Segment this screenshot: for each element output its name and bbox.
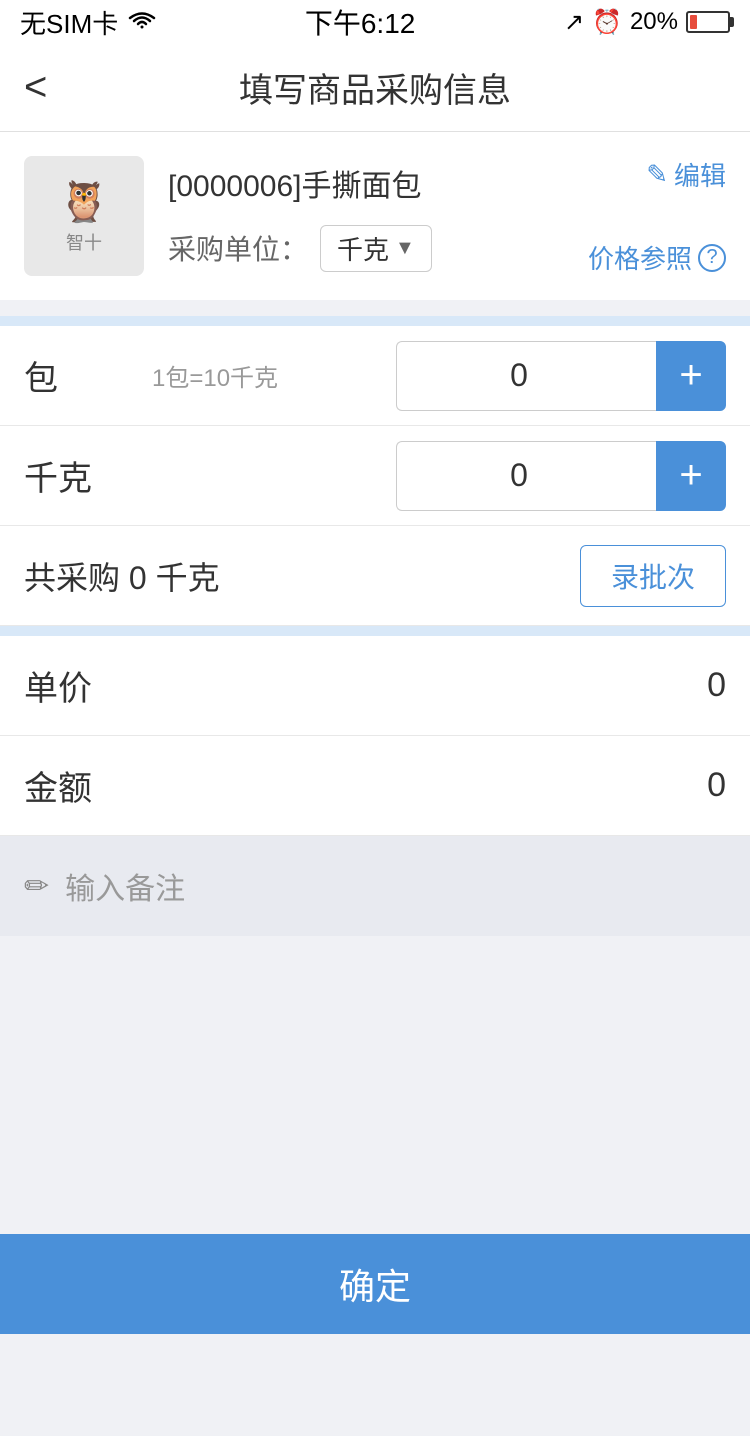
bag-plus-button[interactable]: + (656, 341, 726, 411)
unit-selector[interactable]: 千克 ▼ (320, 225, 432, 272)
kg-input-row: 千克 + (0, 426, 750, 526)
bottom-bar: 确定 (0, 1234, 750, 1334)
battery-icon (686, 11, 730, 33)
status-time: 下午6:12 (305, 2, 416, 42)
bag-input[interactable] (396, 341, 656, 411)
status-bar: 无SIM卡 下午6:12 ↗ ⏰ 20% (0, 0, 750, 44)
bag-sublabel: 1包=10千克 (152, 358, 278, 393)
unit-label: 采购单位： (168, 228, 308, 268)
unit-arrow-icon: ▼ (395, 237, 415, 260)
bag-input-group: + (396, 341, 726, 411)
unit-value: 千克 (337, 230, 389, 267)
amount-label: 金额 (24, 761, 92, 810)
product-card: 🦉 智十 [0000006]手撕面包 采购单位： 千克 ▼ ✎ 编辑 价格参照 … (0, 132, 750, 300)
remark-section[interactable]: ✏ 输入备注 (0, 836, 750, 936)
product-owl-icon: 🦉 (59, 178, 109, 225)
product-image: 🦉 智十 (24, 156, 144, 276)
location-icon: ↗ (564, 8, 584, 37)
amount-value: 0 (707, 766, 726, 805)
record-batch-button[interactable]: 录批次 (580, 545, 726, 607)
amount-row: 金额 0 (0, 736, 750, 836)
section-divider-1 (0, 316, 750, 326)
unit-price-label: 单价 (24, 661, 92, 710)
wifi-icon (128, 7, 156, 38)
status-right: ↗ ⏰ 20% (564, 8, 730, 37)
status-left: 无SIM卡 (20, 4, 156, 41)
kg-input[interactable] (396, 441, 656, 511)
kg-input-group: + (396, 441, 726, 511)
edit-icon: ✎ (646, 159, 668, 190)
kg-plus-button[interactable]: + (656, 441, 726, 511)
price-ref-label: 价格参照 (588, 239, 692, 276)
product-image-label: 智十 (66, 229, 102, 255)
product-name: [0000006]手撕面包 (168, 161, 726, 205)
bag-label: 包 (24, 351, 144, 400)
pencil-icon: ✏ (24, 869, 49, 904)
summary-text: 共采购 0 千克 (24, 553, 220, 599)
bag-input-row: 包 1包=10千克 + (0, 326, 750, 426)
battery-percentage: 20% (630, 8, 678, 36)
remark-placeholder: 输入备注 (65, 864, 185, 908)
edit-label: 编辑 (674, 156, 726, 193)
price-ref-icon: ? (698, 244, 726, 272)
nav-bar: < 填写商品采购信息 (0, 44, 750, 132)
unit-price-value: 0 (707, 666, 726, 705)
edit-button[interactable]: ✎ 编辑 (646, 156, 726, 193)
kg-label: 千克 (24, 451, 144, 500)
section-divider-2 (0, 626, 750, 636)
alarm-icon: ⏰ (592, 8, 622, 37)
carrier-text: 无SIM卡 (20, 4, 118, 41)
page-title: 填写商品采购信息 (239, 63, 511, 112)
price-ref-button[interactable]: 价格参照 ? (588, 239, 726, 276)
confirm-button[interactable]: 确定 (0, 1234, 750, 1334)
back-button[interactable]: < (24, 65, 47, 110)
unit-price-row: 单价 0 (0, 636, 750, 736)
summary-row: 共采购 0 千克 录批次 (0, 526, 750, 626)
